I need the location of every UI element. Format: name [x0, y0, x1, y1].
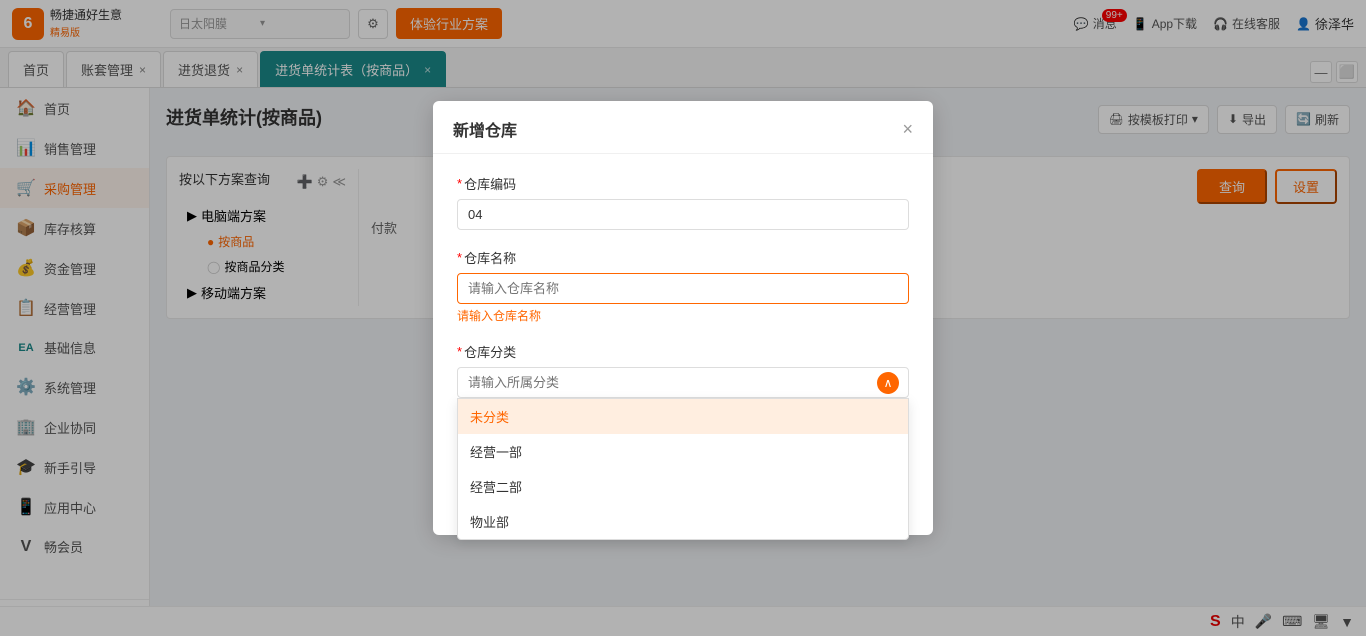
category-label: * 仓库分类	[457, 342, 909, 361]
category-input[interactable]	[457, 367, 909, 398]
name-error-message: 请输入仓库名称	[457, 307, 909, 324]
warehouse-name-input[interactable]	[457, 273, 909, 304]
modal-body: * 仓库编码 * 仓库名称 请输入仓库名称 * 仓库分类	[433, 154, 933, 473]
dropdown-item-dept2[interactable]: 经营二部	[458, 469, 908, 504]
category-dropdown-arrow[interactable]: ∧	[877, 372, 899, 394]
name-required-mark: *	[457, 250, 462, 265]
category-dropdown-list: 未分类 经营一部 经营二部 物业部	[457, 398, 909, 540]
dropdown-item-uncategorized[interactable]: 未分类	[458, 399, 908, 434]
name-label: * 仓库名称	[457, 248, 909, 267]
modal-close-button[interactable]: ×	[902, 119, 913, 140]
category-required-mark: *	[457, 344, 462, 359]
code-label: * 仓库编码	[457, 174, 909, 193]
new-warehouse-modal: 新增仓库 × * 仓库编码 * 仓库名称 请输入仓库名称	[433, 101, 933, 535]
warehouse-code-row: * 仓库编码	[457, 174, 909, 230]
warehouse-category-row: * 仓库分类 ∧ 未分类 经营一部 经营二部 物业部	[457, 342, 909, 398]
modal-title: 新增仓库	[453, 117, 517, 141]
code-required-mark: *	[457, 176, 462, 191]
dropdown-item-dept1[interactable]: 经营一部	[458, 434, 908, 469]
modal-overlay[interactable]: 新增仓库 × * 仓库编码 * 仓库名称 请输入仓库名称	[0, 0, 1366, 636]
modal-header: 新增仓库 ×	[433, 101, 933, 154]
warehouse-code-input[interactable]	[457, 199, 909, 230]
warehouse-name-row: * 仓库名称 请输入仓库名称	[457, 248, 909, 324]
dropdown-item-property[interactable]: 物业部	[458, 504, 908, 539]
category-select-wrapper: ∧	[457, 367, 909, 398]
